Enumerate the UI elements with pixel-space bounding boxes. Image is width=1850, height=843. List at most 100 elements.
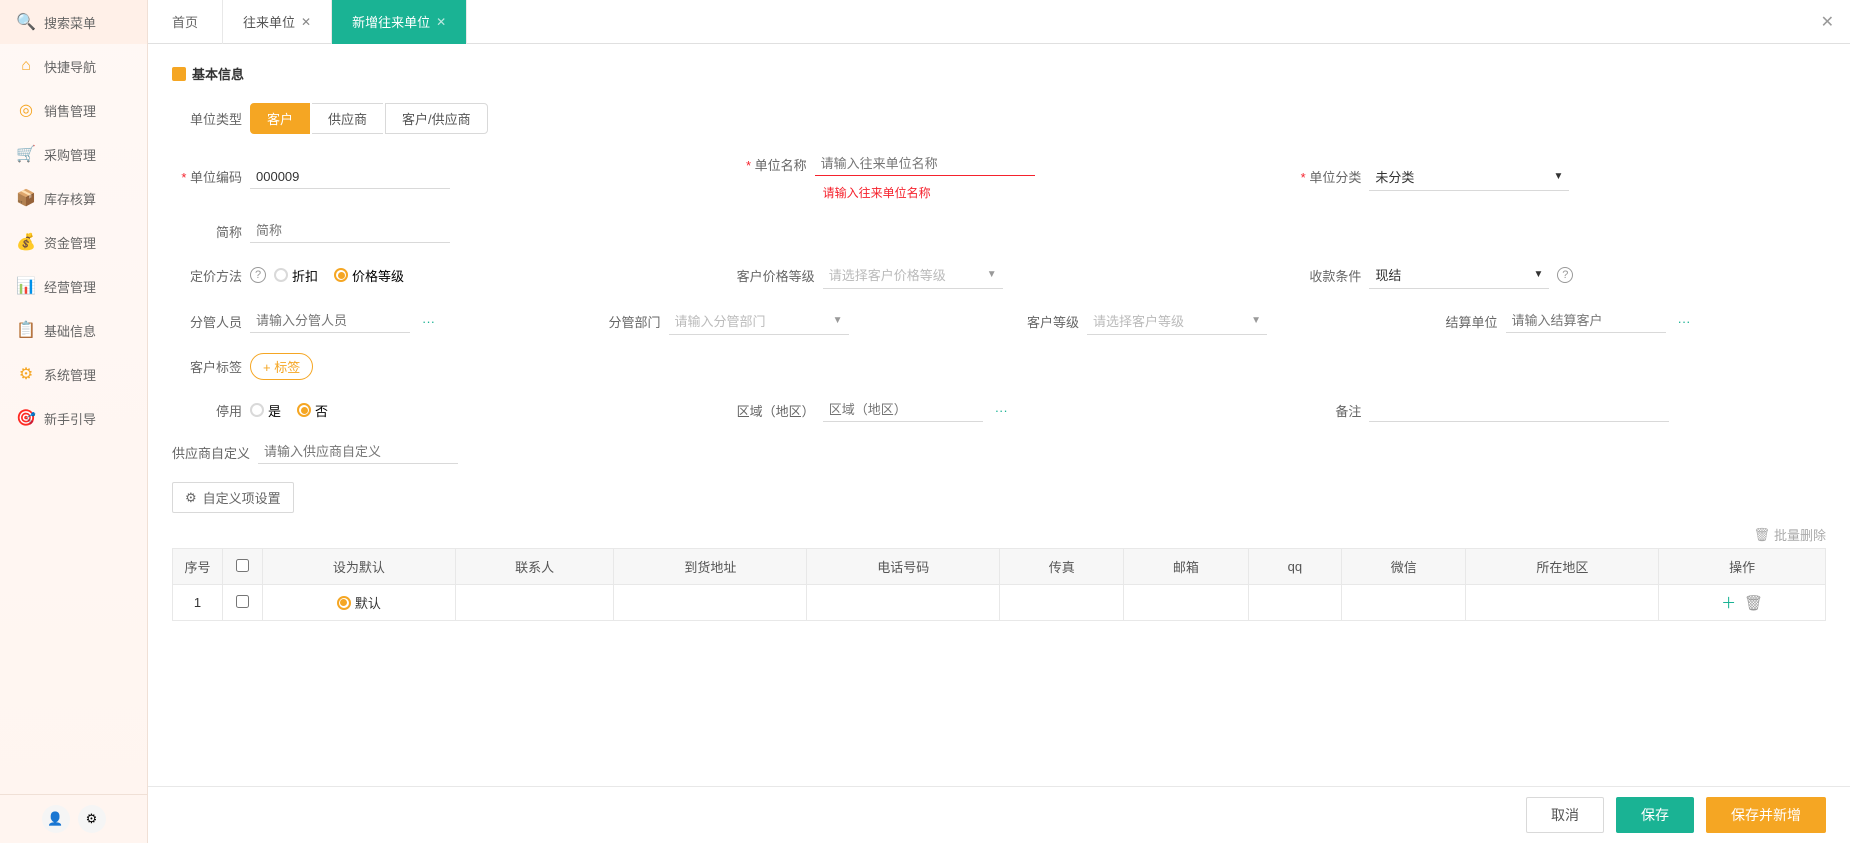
add-row-button[interactable]: ＋ [1721,592,1736,613]
pricing-radio-group: 折扣 价格等级 [274,266,404,285]
batch-delete-button[interactable]: 🗑 批量删除 [1753,525,1826,544]
manager-field: 分管人员 ··· [172,309,571,333]
sidebar-item-inventory[interactable]: 📦 库存核算 [0,176,147,220]
unit-category-select[interactable]: 未分类 ▼ [1369,163,1569,191]
window-close-button[interactable]: ✕ [1821,12,1834,32]
select-all-checkbox[interactable] [236,559,249,572]
sidebar-item-quick-nav[interactable]: ⌂ 快捷导航 [0,44,147,88]
sidebar-item-system[interactable]: ⚙ 系统管理 [0,352,147,396]
tab-new-partner[interactable]: 新增往来单位 ✕ [332,0,467,44]
settlement-ellipsis-btn[interactable]: ··· [1674,314,1695,329]
section-basic-info: 基本信息 [172,64,1826,83]
manager-ellipsis-btn[interactable]: ··· [418,314,439,329]
area-field: 区域（地区） ··· [707,398,1272,422]
radio-discount[interactable]: 折扣 [274,266,318,285]
pricing-method-field: 定价方法 ? 折扣 价格等级 [172,266,707,285]
row-fax [1000,585,1124,621]
short-name-input[interactable] [250,219,450,243]
sidebar-item-label: 资金管理 [44,233,96,252]
delete-row-button[interactable]: 🗑 [1744,594,1763,612]
tab-home[interactable]: 首页 [148,0,223,44]
department-placeholder: 请输入分管部门 [675,311,766,330]
system-icon: ⚙ [16,364,36,384]
tab-trading-partners-label: 往来单位 [243,12,295,31]
save-new-button[interactable]: 保存并新增 [1706,797,1826,833]
unit-category-arrow: ▼ [1553,171,1563,182]
department-label: 分管部门 [591,312,661,331]
area-input[interactable] [823,398,983,422]
disable-label: 停用 [172,401,242,420]
supplier-custom-input[interactable] [258,440,458,464]
sidebar-item-search[interactable]: 🔍 搜索菜单 [0,0,147,44]
sidebar-item-label: 系统管理 [44,365,96,384]
row-default-radio[interactable]: 默认 [273,593,445,612]
unit-btn-customer[interactable]: 客户 [250,103,310,134]
basic-info-icon: 📋 [16,320,36,340]
unit-category-label: 单位分类 [1291,167,1361,186]
col-action: 操作 [1659,549,1826,585]
pricing-help-icon[interactable]: ? [250,267,266,283]
radio-price-level-circle [334,268,348,282]
add-tag-button[interactable]: + 标签 [250,353,313,380]
cancel-button[interactable]: 取消 [1526,797,1604,833]
sidebar-item-finance[interactable]: 💰 资金管理 [0,220,147,264]
unit-type-label: 单位类型 [172,109,242,128]
sidebar-item-operations[interactable]: 📊 经营管理 [0,264,147,308]
area-ellipsis-btn[interactable]: ··· [991,403,1012,418]
unit-btn-both[interactable]: 客户/供应商 [385,103,488,134]
sidebar-item-basic-info[interactable]: 📋 基础信息 [0,308,147,352]
sidebar-item-sales[interactable]: ◎ 销售管理 [0,88,147,132]
disable-row: 停用 是 否 区域（地区） ··· 备注 [172,398,1826,422]
beginner-icon: 🎯 [16,408,36,428]
sidebar-item-purchase[interactable]: 🛒 采购管理 [0,132,147,176]
unit-type-row: 单位类型 客户 供应商 客户/供应商 [172,103,1826,134]
department-select[interactable]: 请输入分管部门 ▼ [669,307,849,335]
payment-terms-select[interactable]: 现结 ▼ [1369,261,1549,289]
save-button[interactable]: 保存 [1616,797,1694,833]
col-region: 所在地区 [1466,549,1659,585]
manager-input[interactable] [250,309,410,333]
customer-price-level-placeholder: 请选择客户价格等级 [829,265,946,284]
row-select-checkbox[interactable] [236,595,249,608]
unit-type-field: 单位类型 客户 供应商 客户/供应商 [172,103,1826,134]
radio-price-level[interactable]: 价格等级 [334,266,404,285]
radio-disable-no[interactable]: 否 [297,401,328,420]
content-area: 基本信息 单位类型 客户 供应商 客户/供应商 单位编码 单位名称 [148,44,1850,843]
payment-terms-field: 收款条件 现结 ▼ ? [1271,261,1826,289]
radio-price-level-label: 价格等级 [352,266,404,285]
custom-settings-button[interactable]: ⚙ 自定义项设置 [172,482,294,513]
row-wechat [1342,585,1466,621]
unit-name-input[interactable] [815,152,1035,176]
customer-tag-field: 客户标签 + 标签 [172,353,1826,380]
finance-icon: 💰 [16,232,36,252]
col-email: 邮箱 [1124,549,1248,585]
sidebar-item-beginner[interactable]: 🎯 新手引导 [0,396,147,440]
tab-trading-partners[interactable]: 往来单位 ✕ [223,0,332,44]
payment-terms-help-icon[interactable]: ? [1557,267,1573,283]
tab-new-partner-close[interactable]: ✕ [436,15,446,29]
radio-disable-yes[interactable]: 是 [250,401,281,420]
settlement-input[interactable] [1506,309,1666,333]
payment-terms-arrow: ▼ [1533,269,1543,280]
unit-code-input[interactable] [250,165,450,189]
customer-price-level-select[interactable]: 请选择客户价格等级 ▼ [823,261,1003,289]
row-action-btns: ＋ 🗑 [1669,592,1815,613]
row-default: 默认 [263,585,456,621]
customer-level-select[interactable]: 请选择客户等级 ▼ [1087,307,1267,335]
area-label: 区域（地区） [737,401,815,420]
sidebar-item-label: 新手引导 [44,409,96,428]
sidebar-user-icon[interactable]: 👤 [42,805,70,833]
sidebar-settings-icon[interactable]: ⚙ [78,805,106,833]
sidebar-bottom: 👤 ⚙ [0,794,147,843]
remark-input[interactable] [1369,398,1669,422]
col-phone: 电话号码 [807,549,1000,585]
supplier-custom-label: 供应商自定义 [172,443,250,462]
settlement-field: 结算单位 ··· [1408,309,1827,333]
contacts-table: 序号 设为默认 联系人 到货地址 电话号码 传真 邮箱 qq 微信 所在地区 操… [172,548,1826,621]
disable-field: 停用 是 否 [172,401,707,420]
tab-trading-partners-close[interactable]: ✕ [301,15,311,29]
customer-level-field: 客户等级 请选择客户等级 ▼ [989,307,1408,335]
unit-btn-supplier[interactable]: 供应商 [312,103,383,134]
sidebar-item-label: 库存核算 [44,189,96,208]
batch-delete-icon: 🗑 [1753,527,1770,543]
